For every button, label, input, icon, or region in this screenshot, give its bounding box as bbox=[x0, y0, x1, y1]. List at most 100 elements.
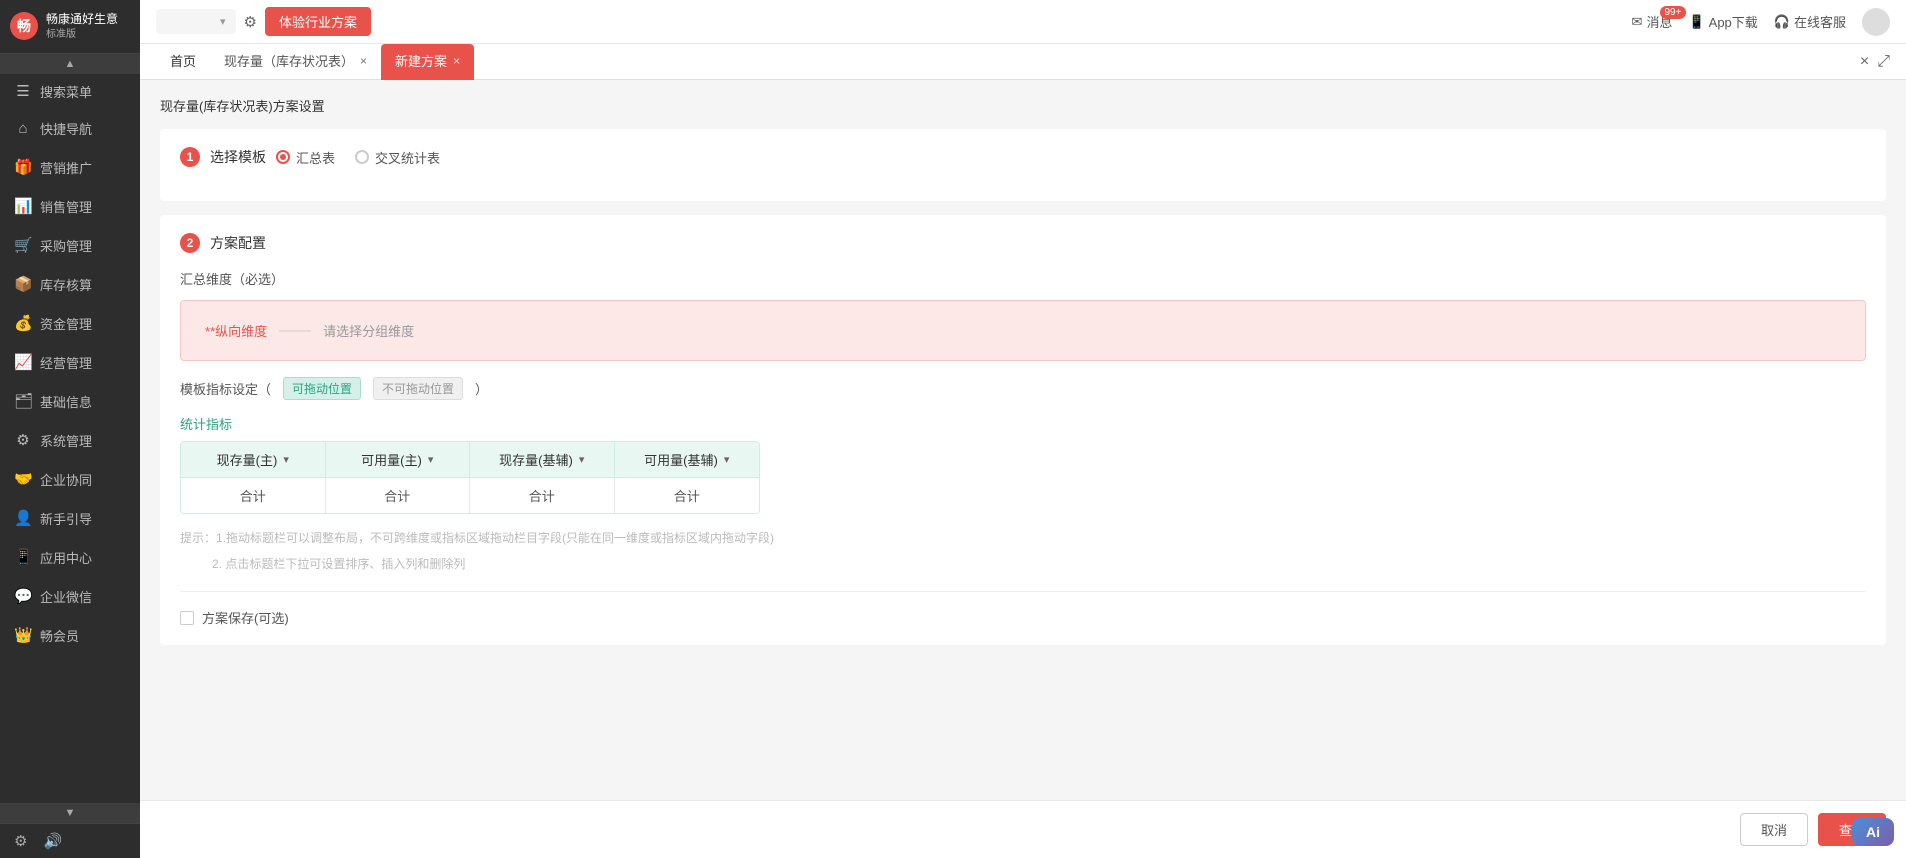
section2-header: 2 方案配置 bbox=[180, 233, 1866, 253]
radio-summary-circle bbox=[276, 150, 290, 164]
sidebar-item-label: 系统管理 bbox=[40, 431, 92, 450]
tip1-text: 1.拖动标题栏可以调整布局，不可跨维度或指标区域拖动栏目字段(只能在同一维度或指… bbox=[216, 531, 774, 545]
logo-sub: 标准版 bbox=[46, 28, 118, 41]
tab-home-label: 首页 bbox=[170, 51, 196, 70]
sidebar-scroll-down[interactable]: ▼ bbox=[0, 803, 140, 823]
wechat-icon: 💬 bbox=[14, 587, 32, 605]
col-dropdown-3[interactable]: ▾ bbox=[724, 453, 730, 466]
tabs-bar: 首页 现存量（库存状况表） × 新建方案 × × ⤢ bbox=[140, 44, 1906, 80]
radio-summary-label: 汇总表 bbox=[296, 148, 335, 167]
col-dropdown-0[interactable]: ▾ bbox=[283, 453, 289, 466]
topbar-search-area[interactable]: ▾ bbox=[156, 9, 236, 34]
message-icon: ✉ bbox=[1632, 14, 1643, 30]
section1-header: 1 选择模板 汇总表 交叉统计表 bbox=[180, 147, 1866, 167]
sidebar-item-label: 新手引导 bbox=[40, 509, 92, 528]
sidebar-item-finance[interactable]: 💰 资金管理 bbox=[0, 304, 140, 343]
sidebar-item-wechat[interactable]: 💬 企业微信 bbox=[0, 577, 140, 616]
sidebar-item-system[interactable]: ⚙ 系统管理 bbox=[0, 421, 140, 460]
main-area: ▾ ⚙ 体验行业方案 ✉ 消息 99+ 📱 App下载 🎧 在线客服 首页 bbox=[140, 0, 1906, 858]
metrics-suffix: ） bbox=[475, 379, 488, 398]
tab-expand-icon[interactable]: ⤢ bbox=[1877, 53, 1890, 71]
sidebar-scroll-up[interactable]: ▲ bbox=[0, 54, 140, 74]
sidebar-item-purchase[interactable]: 🛒 采购管理 bbox=[0, 226, 140, 265]
sidebar-item-cooperate[interactable]: 🤝 企业协同 bbox=[0, 460, 140, 499]
sidebar-item-member[interactable]: 👑 畅会员 bbox=[0, 616, 140, 655]
logo-text: 畅康通好生意 标准版 bbox=[46, 12, 118, 41]
sidebar-item-label: 库存核算 bbox=[40, 275, 92, 294]
col-dropdown-1[interactable]: ▾ bbox=[428, 453, 434, 466]
user-avatar[interactable] bbox=[1862, 8, 1890, 36]
inventory-icon: 📦 bbox=[14, 275, 32, 293]
sidebar-item-label: 搜索菜单 bbox=[40, 82, 92, 101]
page-content: 现存量(库存状况表)方案设置 1 选择模板 汇总表 交叉统计表 bbox=[140, 80, 1906, 800]
section2-num: 2 bbox=[180, 233, 200, 253]
tab-close-all-icon[interactable]: × bbox=[1860, 53, 1869, 71]
sidebar-item-quick-nav[interactable]: ⌂ 快捷导航 bbox=[0, 109, 140, 148]
page-title: 现存量(库存状况表)方案设置 bbox=[160, 96, 1886, 115]
tab-new-plan-close[interactable]: × bbox=[453, 54, 460, 68]
tab-new-plan-label: 新建方案 bbox=[395, 51, 447, 70]
system-icon: ⚙ bbox=[14, 431, 32, 449]
newbie-icon: 👤 bbox=[14, 509, 32, 527]
sidebar-item-label: 营销推广 bbox=[40, 158, 92, 177]
speaker-icon[interactable]: 🔊 bbox=[43, 832, 62, 850]
app-label: App下载 bbox=[1709, 12, 1758, 31]
tab-home[interactable]: 首页 bbox=[156, 44, 210, 80]
sidebar-item-search-menu[interactable]: ☰ 搜索菜单 bbox=[0, 74, 140, 109]
marketing-icon: 🎁 bbox=[14, 158, 32, 176]
sidebar-item-label: 企业协同 bbox=[40, 470, 92, 489]
col-dropdown-2[interactable]: ▾ bbox=[579, 453, 585, 466]
sales-icon: 📊 bbox=[14, 197, 32, 215]
topbar-app-btn[interactable]: 📱 App下载 bbox=[1688, 12, 1757, 31]
section-template: 1 选择模板 汇总表 交叉统计表 bbox=[160, 129, 1886, 201]
cell-value-0-2: 合计 bbox=[529, 486, 555, 505]
section1-num: 1 bbox=[180, 147, 200, 167]
stats-cell-0-1: 合计 bbox=[326, 478, 471, 513]
radio-cross[interactable]: 交叉统计表 bbox=[355, 148, 440, 167]
radio-cross-circle bbox=[355, 150, 369, 164]
sidebar-item-sales[interactable]: 📊 销售管理 bbox=[0, 187, 140, 226]
col-header-3[interactable]: 可用量(基辅) ▾ bbox=[615, 442, 760, 477]
tab-inventory-close[interactable]: × bbox=[360, 54, 367, 68]
sidebar-item-label: 基础信息 bbox=[40, 392, 92, 411]
msg-badge: 99+ bbox=[1660, 6, 1687, 19]
cancel-button[interactable]: 取消 bbox=[1740, 813, 1808, 846]
finance-icon: 💰 bbox=[14, 314, 32, 332]
sidebar-item-label: 快捷导航 bbox=[40, 119, 92, 138]
dimension-area[interactable]: **纵向维度 —— 请选择分组维度 bbox=[180, 300, 1866, 361]
sidebar-item-label: 企业微信 bbox=[40, 587, 92, 606]
sidebar-item-newbie[interactable]: 👤 新手引导 bbox=[0, 499, 140, 538]
cell-value-0-1: 合计 bbox=[384, 486, 410, 505]
sidebar-item-app-center[interactable]: 📱 应用中心 bbox=[0, 538, 140, 577]
app-center-icon: 📱 bbox=[14, 548, 32, 566]
sidebar-item-inventory[interactable]: 📦 库存核算 bbox=[0, 265, 140, 304]
tab-new-plan[interactable]: 新建方案 × bbox=[381, 44, 474, 80]
sidebar-item-label: 经营管理 bbox=[40, 353, 92, 372]
save-checkbox[interactable] bbox=[180, 611, 194, 625]
sidebar-item-operation[interactable]: 📈 经营管理 bbox=[0, 343, 140, 382]
sidebar-item-marketing[interactable]: 🎁 营销推广 bbox=[0, 148, 140, 187]
stats-table-header: 现存量(主) ▾ 可用量(主) ▾ 现存量(基辅) ▾ 可用量(基辅) ▾ bbox=[181, 442, 759, 478]
tip1: 提示：1.拖动标题栏可以调整布局，不可跨维度或指标区域拖动栏目字段(只能在同一维… bbox=[180, 528, 1866, 550]
tab-inventory[interactable]: 现存量（库存状况表） × bbox=[210, 44, 381, 80]
trial-btn[interactable]: 体验行业方案 bbox=[265, 7, 371, 36]
section2-title: 方案配置 bbox=[210, 233, 266, 253]
col-header-0[interactable]: 现存量(主) ▾ bbox=[181, 442, 326, 477]
tab-inventory-label: 现存量（库存状况表） bbox=[224, 51, 354, 70]
metrics-label: 模板指标设定（ bbox=[180, 379, 271, 398]
settings-icon[interactable]: ⚙ bbox=[14, 832, 27, 850]
radio-summary[interactable]: 汇总表 bbox=[276, 148, 335, 167]
col-header-2[interactable]: 现存量(基辅) ▾ bbox=[470, 442, 615, 477]
topbar-gear-icon[interactable]: ⚙ bbox=[244, 13, 257, 31]
sidebar-item-label: 销售管理 bbox=[40, 197, 92, 216]
dimension-placeholder: 请选择分组维度 bbox=[323, 321, 414, 340]
topbar-msg-btn[interactable]: ✉ 消息 99+ bbox=[1632, 12, 1673, 31]
quick-nav-icon: ⌂ bbox=[14, 120, 32, 137]
ai-badge[interactable]: Ai bbox=[1852, 818, 1894, 846]
col-header-1[interactable]: 可用量(主) ▾ bbox=[326, 442, 471, 477]
sidebar-item-basic-info[interactable]: 🗂 基础信息 bbox=[0, 382, 140, 421]
topbar-service-btn[interactable]: 🎧 在线客服 bbox=[1774, 12, 1846, 31]
draggable-tag: 可拖动位置 bbox=[283, 377, 361, 400]
sidebar-item-label: 畅会员 bbox=[40, 626, 79, 645]
stats-table-body: 合计 合计 合计 合计 bbox=[181, 478, 759, 513]
